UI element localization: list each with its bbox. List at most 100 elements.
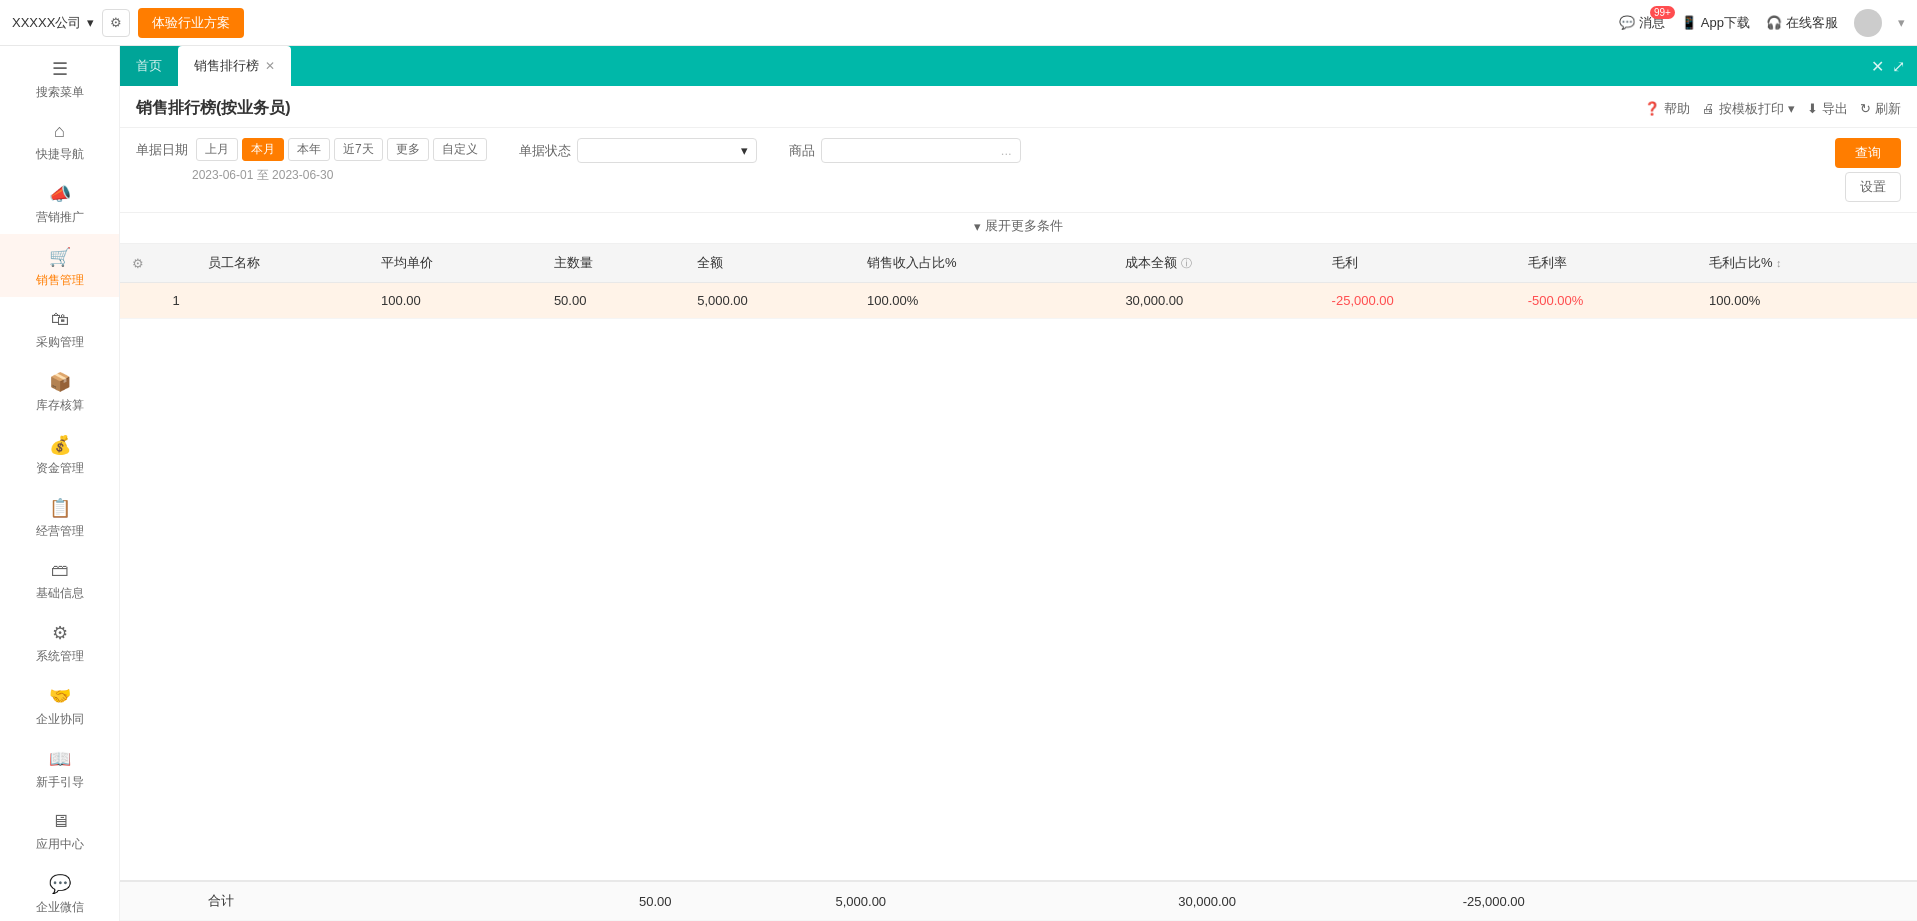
refresh-button[interactable]: ↻ 刷新: [1860, 100, 1901, 118]
finance-icon: 💰: [49, 434, 71, 456]
th-qty: 主数量: [542, 244, 685, 283]
date-btn-last-month[interactable]: 上月: [196, 138, 238, 161]
inventory-icon: 📦: [49, 371, 71, 393]
sidebar-item-sales[interactable]: 🛒 销售管理: [0, 234, 119, 297]
tab-home[interactable]: 首页: [120, 46, 178, 86]
guide-icon: 📖: [49, 748, 71, 770]
tab-close-button[interactable]: ✕: [1871, 57, 1884, 76]
username: ▾: [1898, 15, 1905, 30]
apps-icon: 🖥: [51, 811, 69, 832]
top-bar: XXXXX公司 ▾ ⚙ 体验行业方案 💬 消息 99+ 📱 App下载 🎧 在线…: [0, 0, 1917, 46]
sidebar-item-nav[interactable]: ⌂ 快捷导航: [0, 109, 119, 171]
date-btn-custom[interactable]: 自定义: [433, 138, 487, 161]
table-container: ⚙ 员工名称 平均单价 主数量 全额 销售收入占比% 成本全额 ⓘ: [120, 244, 1917, 880]
td-total-gross-pct: [1834, 881, 1917, 921]
export-button[interactable]: ⬇ 导出: [1807, 100, 1848, 118]
help-button[interactable]: ❓ 帮助: [1644, 100, 1690, 118]
purchase-icon: 🛍: [51, 309, 69, 330]
td-name: [196, 283, 369, 319]
tab-sales-ranking-label: 销售排行榜: [194, 57, 259, 75]
tab-expand-button[interactable]: ⤢: [1892, 57, 1905, 76]
td-total-settings: [120, 881, 156, 921]
sidebar-item-apps[interactable]: 🖥 应用中心: [0, 799, 119, 861]
expand-more-button[interactable]: ▾ 展开更多条件: [974, 217, 1063, 235]
th-cost-amount: 成本全额 ⓘ: [1113, 244, 1319, 283]
sidebar-label-system: 系统管理: [36, 648, 84, 665]
td-amount: 5,000.00: [685, 283, 855, 319]
message-icon: 💬: [1619, 15, 1635, 30]
td-total-cost-amount: 30,000.00: [1166, 881, 1450, 921]
page-title: 销售排行榜(按业务员): [136, 98, 291, 119]
sidebar-item-system[interactable]: ⚙ 系统管理: [0, 610, 119, 673]
sidebar-label-search: 搜索菜单: [36, 84, 84, 101]
operations-icon: 📋: [49, 497, 71, 519]
table-header: ⚙ 员工名称 平均单价 主数量 全额 销售收入占比% 成本全额 ⓘ: [120, 244, 1917, 283]
question-icon: ❓: [1644, 101, 1660, 116]
tab-home-label: 首页: [136, 57, 162, 75]
total-table: 合计 50.00 5,000.00 30,000.00 -25,000.00: [120, 880, 1917, 921]
goods-filter-group: 商品 ...: [789, 138, 1021, 163]
sidebar: ☰ 搜索菜单 ⌂ 快捷导航 📣 营销推广 🛒 销售管理 🛍 采购管理 📦 库存核…: [0, 46, 120, 921]
phone-icon: 📱: [1681, 15, 1697, 30]
search-button[interactable]: 查询: [1835, 138, 1901, 168]
goods-input[interactable]: ...: [821, 138, 1021, 163]
home-icon: ⌂: [54, 121, 65, 142]
tab-close-icon[interactable]: ✕: [265, 59, 275, 73]
sidebar-item-purchase[interactable]: 🛍 采购管理: [0, 297, 119, 359]
date-btn-7days[interactable]: 近7天: [334, 138, 383, 161]
status-select[interactable]: ▾: [577, 138, 757, 163]
company-selector[interactable]: XXXXX公司 ▾: [12, 14, 94, 32]
date-buttons: 上月 本月 本年 近7天 更多 自定义: [196, 138, 487, 161]
sidebar-item-inventory[interactable]: 📦 库存核算: [0, 359, 119, 422]
sidebar-label-enterprise: 企业协同: [36, 711, 84, 728]
goods-label: 商品: [789, 142, 815, 160]
online-service-button[interactable]: 🎧 在线客服: [1766, 14, 1838, 32]
column-settings-icon[interactable]: ⚙: [132, 256, 144, 271]
sidebar-label-basics: 基础信息: [36, 585, 84, 602]
sidebar-item-basics[interactable]: 🗃 基础信息: [0, 548, 119, 610]
date-btn-more[interactable]: 更多: [387, 138, 429, 161]
print-button[interactable]: 🖨 按模板打印 ▾: [1702, 100, 1795, 118]
td-total-gross-rate: [1750, 881, 1833, 921]
filter-section: 单据日期 上月 本月 本年 近7天 更多 自定义 2023-06-01 至 20…: [120, 128, 1917, 213]
tab-sales-ranking[interactable]: 销售排行榜 ✕: [178, 46, 291, 86]
refresh-icon: ↻: [1860, 101, 1871, 116]
app-download-button[interactable]: 📱 App下载: [1681, 14, 1750, 32]
sidebar-item-marketing[interactable]: 📣 营销推广: [0, 171, 119, 234]
trial-button[interactable]: 体验行业方案: [138, 8, 244, 38]
expand-more-row: ▾ 展开更多条件: [120, 213, 1917, 244]
main-layout: ☰ 搜索菜单 ⌂ 快捷导航 📣 营销推广 🛒 销售管理 🛍 采购管理 📦 库存核…: [0, 46, 1917, 921]
settings-gear-button[interactable]: ⚙: [102, 9, 130, 37]
status-filter-group: 单据状态 ▾: [519, 138, 757, 163]
td-cost-amount: 30,000.00: [1113, 283, 1319, 319]
marketing-icon: 📣: [49, 183, 71, 205]
date-btn-current-year[interactable]: 本年: [288, 138, 330, 161]
print-label: 按模板打印: [1719, 100, 1784, 118]
enterprise-icon: 🤝: [49, 685, 71, 707]
avatar[interactable]: [1854, 9, 1882, 37]
sidebar-label-nav: 快捷导航: [36, 146, 84, 163]
date-btn-current-month[interactable]: 本月: [242, 138, 284, 161]
export-label: 导出: [1822, 100, 1848, 118]
sidebar-item-wechat[interactable]: 💬 企业微信: [0, 861, 119, 921]
message-button[interactable]: 💬 消息 99+: [1619, 14, 1665, 32]
td-total-sales-pct: [1083, 881, 1166, 921]
td-total-label: 合计: [196, 881, 544, 921]
sidebar-label-guide: 新手引导: [36, 774, 84, 791]
sidebar-item-search[interactable]: ☰ 搜索菜单: [0, 46, 119, 109]
date-label: 单据日期: [136, 141, 188, 159]
td-gross-pct: 100.00%: [1697, 283, 1917, 319]
company-name: XXXXX公司: [12, 14, 81, 32]
td-qty: 50.00: [542, 283, 685, 319]
th-sales-pct: 销售收入占比%: [855, 244, 1113, 283]
system-icon: ⚙: [52, 622, 68, 644]
th-gross-profit: 毛利: [1320, 244, 1516, 283]
date-range-display: 2023-06-01 至 2023-06-30: [136, 167, 487, 184]
sidebar-item-enterprise[interactable]: 🤝 企业协同: [0, 673, 119, 736]
column-settings-button[interactable]: 设置: [1845, 172, 1901, 202]
date-filter-row: 单据日期 上月 本月 本年 近7天 更多 自定义: [136, 138, 487, 161]
gear-icon: ⚙: [110, 15, 122, 30]
sidebar-item-operations[interactable]: 📋 经营管理: [0, 485, 119, 548]
sidebar-item-guide[interactable]: 📖 新手引导: [0, 736, 119, 799]
sidebar-item-finance[interactable]: 💰 资金管理: [0, 422, 119, 485]
